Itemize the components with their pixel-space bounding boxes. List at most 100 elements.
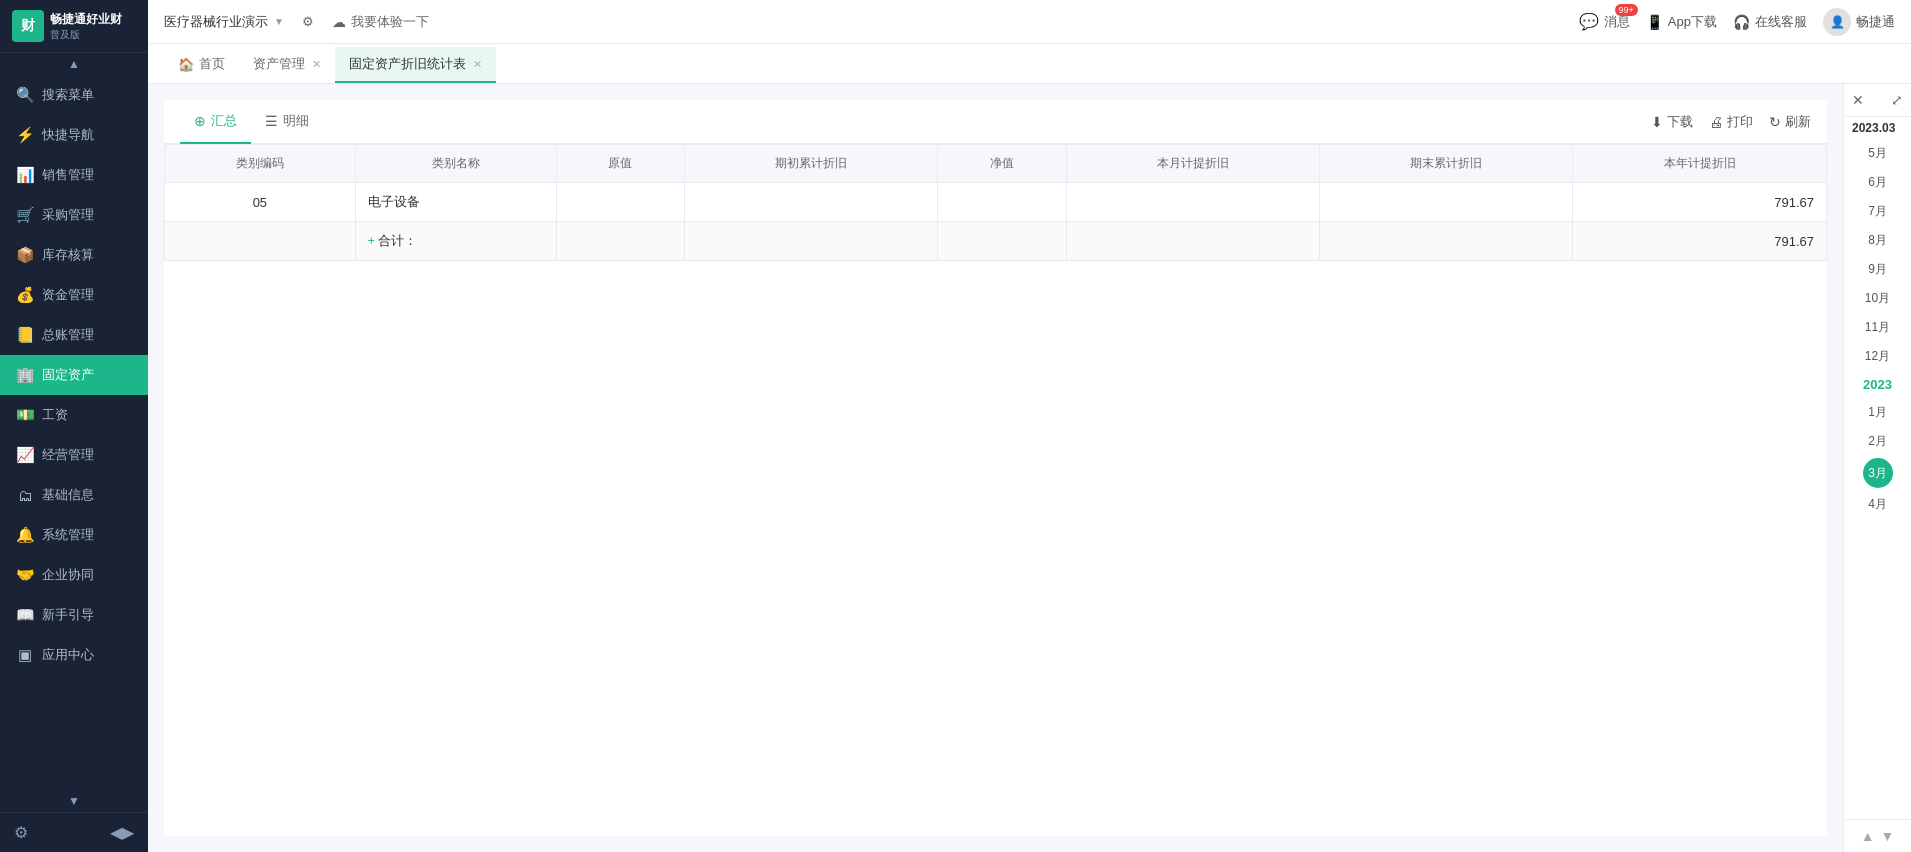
right-panel-up-icon[interactable]: ▲ (1861, 828, 1875, 844)
enterprise-icon: 🤝 (16, 566, 34, 584)
funds-icon: 💰 (16, 286, 34, 304)
sidebar-item-basic-info[interactable]: 🗂 基础信息 (0, 475, 148, 515)
total-ending-dep (1319, 222, 1572, 261)
search-icon: 🔍 (16, 86, 34, 104)
sidebar-item-fixed-asset[interactable]: 🏢 固定资产 (0, 355, 148, 395)
month-4[interactable]: 4月 (1844, 490, 1911, 519)
tab-fixed-asset-depreciation[interactable]: 固定资产折旧统计表 ✕ (335, 47, 496, 83)
row-original-value (556, 183, 684, 222)
month-6[interactable]: 6月 (1844, 168, 1911, 197)
purchase-icon: 🛒 (16, 206, 34, 224)
month-7[interactable]: 7月 (1844, 197, 1911, 226)
row-net-value (938, 183, 1066, 222)
sidebar: 财 畅捷通好业财 普及版 ▲ 🔍 搜索菜单 ⚡ 快捷导航 📊 销售管理 🛒 采购… (0, 0, 148, 852)
sidebar-item-operations[interactable]: 📈 经营管理 (0, 435, 148, 475)
quick-nav-icon: ⚡ (16, 126, 34, 144)
sidebar-item-system[interactable]: 🔔 系统管理 (0, 515, 148, 555)
tab-asset-management-close[interactable]: ✕ (312, 58, 321, 71)
sidebar-item-payroll[interactable]: 💵 工资 (0, 395, 148, 435)
panel-tabs: ⊕ 汇总 ☰ 明细 ⬇ 下载 🖨 (164, 100, 1827, 144)
total-expand-icon[interactable]: + (368, 234, 375, 248)
logo-icon: 财 (12, 10, 44, 42)
sidebar-scroll-up[interactable]: ▲ (0, 53, 148, 75)
row-ending-dep (1319, 183, 1572, 222)
header: 医疗器械行业演示 ▼ ⚙ ☁ 我要体验一下 💬 消息 99+ 📱 App下载 (148, 0, 1911, 44)
month-8[interactable]: 8月 (1844, 226, 1911, 255)
tab-asset-management[interactable]: 资产管理 ✕ (239, 47, 335, 83)
month-10[interactable]: 10月 (1844, 284, 1911, 313)
right-date-panel: ✕ ⤢ 2023.03 5月 6月 7月 8月 9月 10月 11月 12月 2… (1843, 84, 1911, 852)
total-original-value (556, 222, 684, 261)
row-name: 电子设备 (355, 183, 556, 222)
col-code: 类别编码 (165, 145, 356, 183)
col-annual-depreciation: 本年计提折旧 (1573, 145, 1827, 183)
total-beginning-dep (685, 222, 938, 261)
right-panel-close-icon[interactable]: ✕ (1852, 92, 1864, 108)
right-panel-header: ✕ ⤢ (1844, 84, 1911, 117)
company-name: 医疗器械行业演示 (164, 13, 268, 31)
sidebar-item-funds[interactable]: 💰 资金管理 (0, 275, 148, 315)
company-selector[interactable]: 医疗器械行业演示 ▼ (164, 13, 284, 31)
print-icon: 🖨 (1709, 114, 1723, 130)
experience-button[interactable]: ☁ 我要体验一下 (332, 13, 429, 31)
sidebar-item-sales[interactable]: 📊 销售管理 (0, 155, 148, 195)
total-net-value (938, 222, 1066, 261)
month-11[interactable]: 11月 (1844, 313, 1911, 342)
download-button[interactable]: ⬇ 下载 (1651, 113, 1693, 131)
total-annual-dep: 791.67 (1573, 222, 1827, 261)
ledger-icon: 📒 (16, 326, 34, 344)
month-5[interactable]: 5月 (1844, 139, 1911, 168)
tab-home[interactable]: 🏠 首页 (164, 47, 239, 83)
right-panel-bottom: ▲ ▼ (1844, 819, 1911, 852)
right-panel-expand-icon[interactable]: ⤢ (1891, 92, 1903, 108)
user-profile-button[interactable]: 👤 畅捷通 (1823, 8, 1895, 36)
collapse-sidebar-icon[interactable]: ◀▶ (110, 823, 134, 842)
avatar: 👤 (1823, 8, 1851, 36)
message-button[interactable]: 💬 消息 99+ (1579, 12, 1630, 31)
operations-icon: 📈 (16, 446, 34, 464)
sidebar-logo: 财 畅捷通好业财 普及版 (0, 0, 148, 53)
col-name: 类别名称 (355, 145, 556, 183)
inventory-icon: 📦 (16, 246, 34, 264)
basic-info-icon: 🗂 (16, 486, 34, 504)
sidebar-item-search[interactable]: 🔍 搜索菜单 (0, 75, 148, 115)
month-1[interactable]: 1月 (1844, 398, 1911, 427)
sidebar-item-inventory[interactable]: 📦 库存核算 (0, 235, 148, 275)
month-2[interactable]: 2月 (1844, 427, 1911, 456)
sidebar-menu: 🔍 搜索菜单 ⚡ 快捷导航 📊 销售管理 🛒 采购管理 📦 库存核算 💰 资金管… (0, 75, 148, 790)
sidebar-bottom: ⚙ ◀▶ (0, 812, 148, 852)
sidebar-item-purchase[interactable]: 🛒 采购管理 (0, 195, 148, 235)
month-3-active[interactable]: 3月 (1863, 458, 1893, 488)
sidebar-item-enterprise[interactable]: 🤝 企业协同 (0, 555, 148, 595)
refresh-button[interactable]: ↻ 刷新 (1769, 113, 1811, 131)
message-badge: 99+ (1615, 4, 1638, 16)
sidebar-item-quick-nav[interactable]: ⚡ 快捷导航 (0, 115, 148, 155)
customer-service-button[interactable]: 🎧 在线客服 (1733, 13, 1807, 31)
app-download-button[interactable]: 📱 App下载 (1646, 13, 1717, 31)
table-total-row: + 合计： 791.67 (165, 222, 1827, 261)
sidebar-item-app-center[interactable]: ▣ 应用中心 (0, 635, 148, 675)
sidebar-item-ledger[interactable]: 📒 总账管理 (0, 315, 148, 355)
app-center-icon: ▣ (16, 646, 34, 664)
year-2023-label: 2023 (1844, 371, 1911, 398)
col-ending-depreciation: 期末累计折旧 (1319, 145, 1572, 183)
row-annual-dep: 791.67 (1573, 183, 1827, 222)
month-12[interactable]: 12月 (1844, 342, 1911, 371)
sidebar-item-guide[interactable]: 📖 新手引导 (0, 595, 148, 635)
right-panel-down-icon[interactable]: ▼ (1881, 828, 1895, 844)
panel-tab-detail[interactable]: ☰ 明细 (251, 100, 323, 144)
home-icon: 🏠 (178, 57, 194, 72)
col-beginning-depreciation: 期初累计折旧 (685, 145, 938, 183)
depreciation-table: 类别编码 类别名称 原值 期初累计折旧 净值 本月计提折旧 期末累计折旧 本年计… (164, 144, 1827, 261)
right-panel-months: 5月 6月 7月 8月 9月 10月 11月 12月 2023 1月 2月 3月… (1844, 139, 1911, 819)
panel-tab-summary[interactable]: ⊕ 汇总 (180, 100, 251, 144)
table-row: 05 电子设备 791.67 (165, 183, 1827, 222)
header-settings-button[interactable]: ⚙ (294, 8, 322, 36)
detail-tab-icon: ☰ (265, 113, 278, 129)
sales-icon: 📊 (16, 166, 34, 184)
print-button[interactable]: 🖨 打印 (1709, 113, 1753, 131)
tab-fixed-asset-close[interactable]: ✕ (473, 58, 482, 71)
settings-gear-icon[interactable]: ⚙ (14, 823, 28, 842)
sidebar-scroll-down[interactable]: ▼ (0, 790, 148, 812)
month-9[interactable]: 9月 (1844, 255, 1911, 284)
